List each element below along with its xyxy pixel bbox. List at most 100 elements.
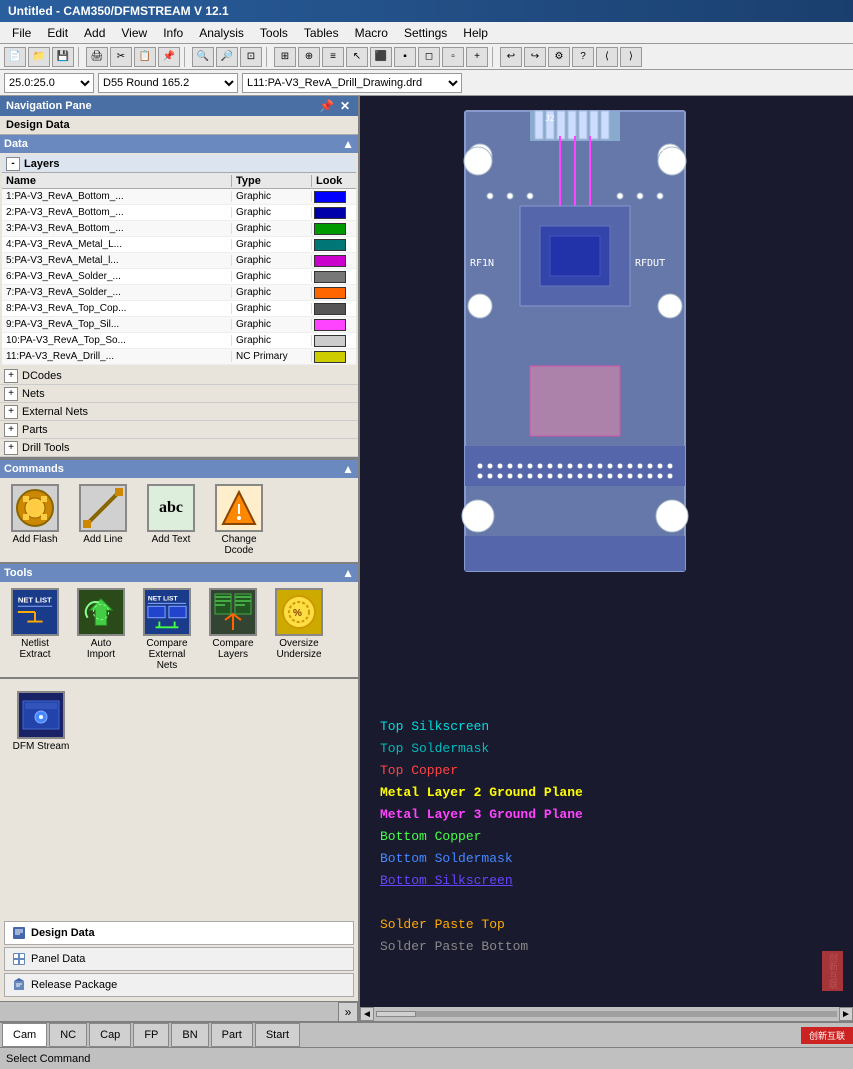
layer-row[interactable]: 4:PA-V3_RevA_Metal_L... Graphic — [2, 237, 356, 253]
menu-macro[interactable]: Macro — [347, 24, 396, 42]
tab-release-package[interactable]: Release Package — [4, 973, 354, 997]
layer-row[interactable]: 9:PA-V3_RevA_Top_Sil... Graphic — [2, 317, 356, 333]
dfm-stream-button[interactable]: DFM Stream — [12, 691, 70, 752]
tab-nc[interactable]: NC — [49, 1023, 87, 1047]
layer-row[interactable]: 8:PA-V3_RevA_Top_Cop... Graphic — [2, 301, 356, 317]
layer-row[interactable]: 1:PA-V3_RevA_Bottom_... Graphic — [2, 189, 356, 205]
data-section: Data ▲ - Layers Name Type Look 1:PA-V3_R… — [0, 135, 358, 458]
layer-color-swatch — [314, 191, 346, 203]
horizontal-scrollbar[interactable]: ◄ ► — [360, 1007, 853, 1021]
legend-bottom-silkscreen: Bottom Silkscreen — [380, 870, 583, 892]
data-collapse-button[interactable]: ▲ — [342, 137, 354, 151]
menu-help[interactable]: Help — [455, 24, 496, 42]
scrollbar-track[interactable] — [376, 1011, 837, 1017]
tab-start[interactable]: Start — [255, 1023, 300, 1047]
toolbar-misc1[interactable]: ⟨ — [596, 47, 618, 67]
layer-row[interactable]: 11:PA-V3_RevA_Drill_... NC Primary — [2, 349, 356, 365]
menu-view[interactable]: View — [113, 24, 155, 42]
toolbar-zoom-in[interactable]: 🔍 — [192, 47, 214, 67]
layers-expand-icon[interactable]: - — [6, 157, 20, 171]
toolbar-save[interactable]: 💾 — [52, 47, 74, 67]
tab-design-data[interactable]: Design Data — [4, 921, 354, 945]
tools-collapse-button[interactable]: ▲ — [342, 566, 354, 580]
toolbar-zoom-out[interactable]: 🔎 — [216, 47, 238, 67]
toolbar-settings[interactable]: ⚙ — [548, 47, 570, 67]
tree-item-nets[interactable]: + Nets — [0, 385, 358, 403]
dfm-stream-label: DFM Stream — [13, 741, 70, 752]
toolbar-paste[interactable]: 📌 — [158, 47, 180, 67]
compare-external-nets-button[interactable]: NET LIST CompareExternalNets — [138, 588, 196, 671]
tab-fp[interactable]: FP — [133, 1023, 169, 1047]
toolbar-fit[interactable]: ⊡ — [240, 47, 262, 67]
layer-color-swatch — [314, 223, 346, 235]
auto-import-button[interactable]: AutoImport — [72, 588, 130, 660]
scroll-left-button[interactable]: ◄ — [360, 1007, 374, 1021]
layer-row[interactable]: 7:PA-V3_RevA_Solder_... Graphic — [2, 285, 356, 301]
tree-item-dcodes[interactable]: + DCodes — [0, 367, 358, 385]
commands-collapse-button[interactable]: ▲ — [342, 462, 354, 476]
layer-row[interactable]: 3:PA-V3_RevA_Bottom_... Graphic — [2, 221, 356, 237]
menu-add[interactable]: Add — [76, 24, 113, 42]
toolbar-b1[interactable]: ⬛ — [370, 47, 392, 67]
tab-bn[interactable]: BN — [171, 1023, 208, 1047]
menu-settings[interactable]: Settings — [396, 24, 455, 42]
toolbar-misc2[interactable]: ⟩ — [620, 47, 642, 67]
layer-row[interactable]: 2:PA-V3_RevA_Bottom_... Graphic — [2, 205, 356, 221]
add-line-button[interactable]: Add Line — [74, 484, 132, 545]
layer-row[interactable]: 6:PA-V3_RevA_Solder_... Graphic — [2, 269, 356, 285]
add-text-button[interactable]: abc Add Text — [142, 484, 200, 545]
tree-expand-drill-tools[interactable]: + — [4, 441, 18, 455]
menu-tables[interactable]: Tables — [296, 24, 347, 42]
nav-pin-button[interactable]: 📌 — [317, 99, 336, 113]
tree-item-external-nets[interactable]: + External Nets — [0, 403, 358, 421]
scrollbar-thumb[interactable] — [376, 1011, 416, 1017]
layer-type: Graphic — [232, 255, 312, 266]
toolbar-layers[interactable]: ≡ — [322, 47, 344, 67]
add-flash-button[interactable]: Add Flash — [6, 484, 64, 545]
legend-top-soldermask: Top Soldermask — [380, 738, 583, 760]
menu-tools[interactable]: Tools — [252, 24, 296, 42]
toolbar-cut[interactable]: ✂ — [110, 47, 132, 67]
tree-expand-external-nets[interactable]: + — [4, 405, 18, 419]
menu-info[interactable]: Info — [155, 24, 191, 42]
oversize-undersize-button[interactable]: % OversizeUndersize — [270, 588, 328, 660]
layer-row[interactable]: 5:PA-V3_RevA_Metal_l... Graphic — [2, 253, 356, 269]
tree-expand-nets[interactable]: + — [4, 387, 18, 401]
nav-close-button[interactable]: ✕ — [338, 99, 352, 113]
tab-part[interactable]: Part — [211, 1023, 253, 1047]
toolbar-b3[interactable]: ◻ — [418, 47, 440, 67]
toolbar-b5[interactable]: + — [466, 47, 488, 67]
file-select[interactable]: L11:PA-V3_RevA_Drill_Drawing.drd — [242, 73, 462, 93]
tree-item-parts[interactable]: + Parts — [0, 421, 358, 439]
scroll-right-button[interactable]: ► — [839, 1007, 853, 1021]
dcode-select[interactable]: D55 Round 165.2 — [98, 73, 238, 93]
toolbar-open[interactable]: 📁 — [28, 47, 50, 67]
menu-edit[interactable]: Edit — [39, 24, 76, 42]
tab-panel-data[interactable]: Panel Data — [4, 947, 354, 971]
toolbar-b2[interactable]: ▪ — [394, 47, 416, 67]
canvas-area[interactable]: RF1N RFDUT — [360, 96, 853, 1021]
zoom-select[interactable]: 25.0:25.0 — [4, 73, 94, 93]
tree-item-drill-tools[interactable]: + Drill Tools — [0, 439, 358, 457]
toolbar-snap[interactable]: ⊕ — [298, 47, 320, 67]
toolbar-print[interactable]: 🖨 — [86, 47, 108, 67]
toolbar-new[interactable]: 📄 — [4, 47, 26, 67]
panel-expand-arrow[interactable]: » — [338, 1002, 358, 1022]
toolbar-b4[interactable]: ▫ — [442, 47, 464, 67]
compare-layers-button[interactable]: CompareLayers — [204, 588, 262, 660]
layer-row[interactable]: 10:PA-V3_RevA_Top_So... Graphic — [2, 333, 356, 349]
toolbar-help[interactable]: ? — [572, 47, 594, 67]
tree-expand-dcodes[interactable]: + — [4, 369, 18, 383]
toolbar-redo[interactable]: ↪ — [524, 47, 546, 67]
toolbar-select[interactable]: ↖ — [346, 47, 368, 67]
toolbar-copy[interactable]: 📋 — [134, 47, 156, 67]
menu-file[interactable]: File — [4, 24, 39, 42]
tab-cap[interactable]: Cap — [89, 1023, 131, 1047]
tab-cam[interactable]: Cam — [2, 1023, 47, 1047]
toolbar-grid[interactable]: ⊞ — [274, 47, 296, 67]
change-dcode-button[interactable]: ChangeDcode — [210, 484, 268, 556]
menu-analysis[interactable]: Analysis — [191, 24, 252, 42]
tree-expand-parts[interactable]: + — [4, 423, 18, 437]
netlist-extract-button[interactable]: NET LIST NetlistExtract — [6, 588, 64, 660]
toolbar-undo[interactable]: ↩ — [500, 47, 522, 67]
